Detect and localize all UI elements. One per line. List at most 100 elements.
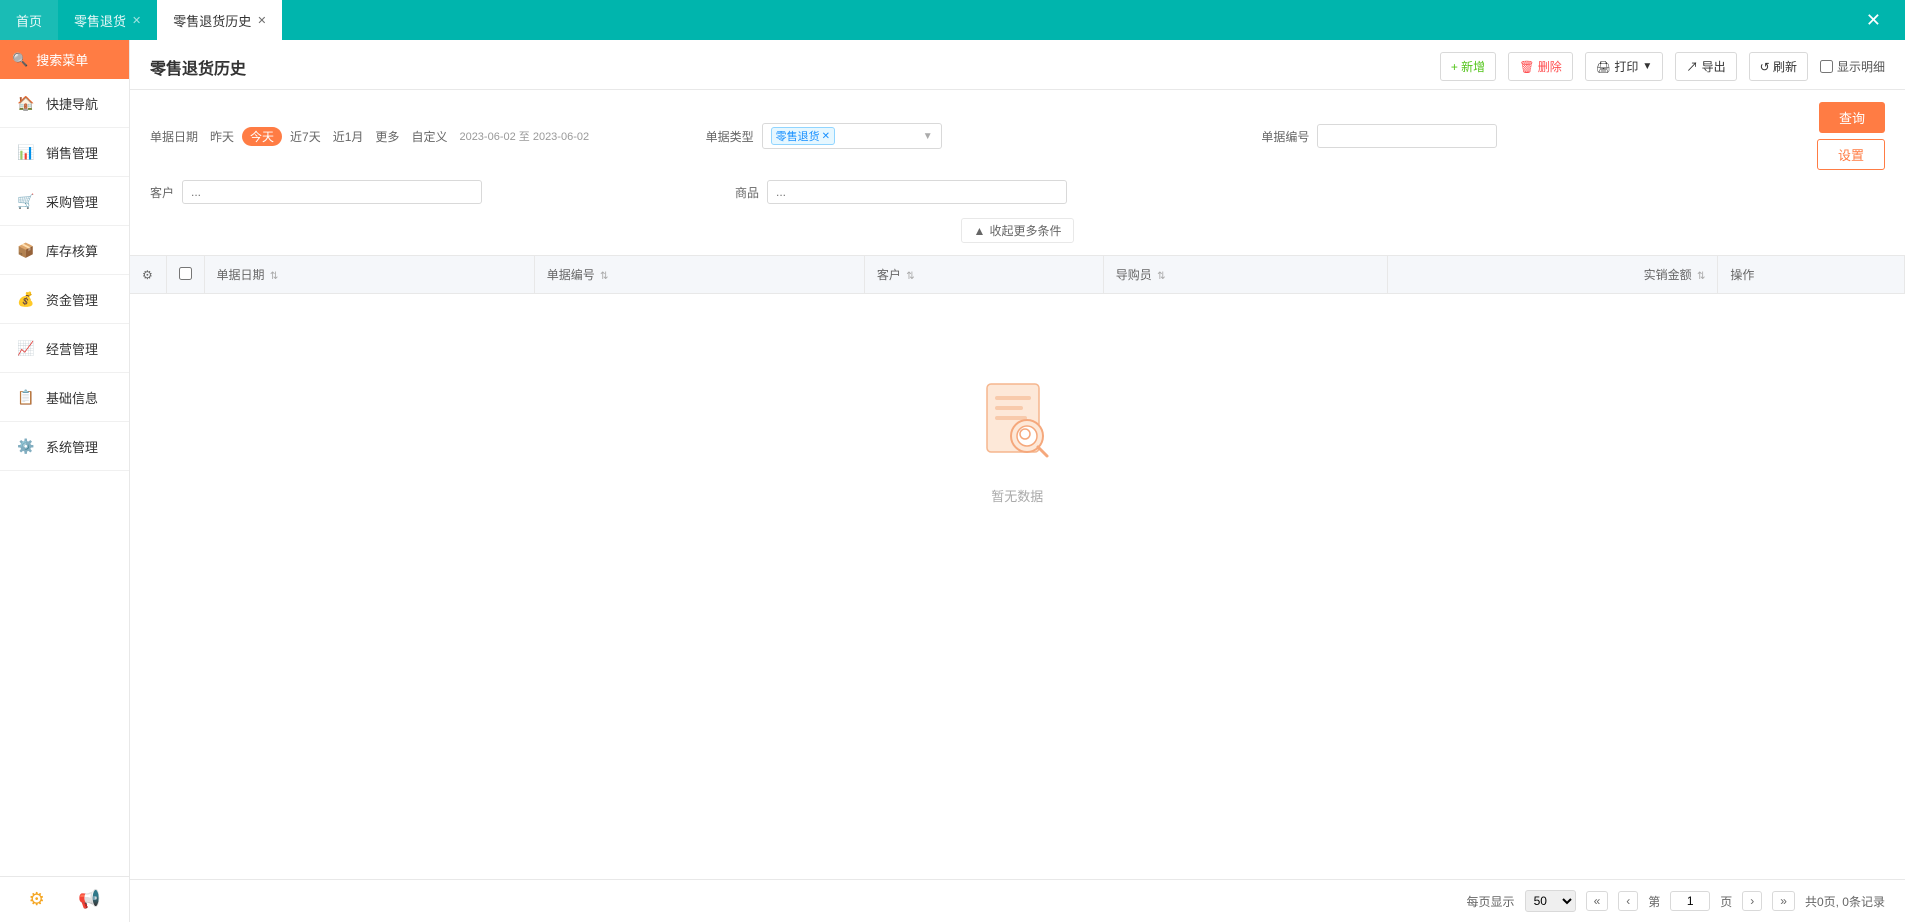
filter-row-1: 单据日期 昨天 今天 近7天 近1月 更多 自定义 2023-06-02 至 2… (150, 102, 1885, 170)
th-operation-label: 操作 (1730, 268, 1754, 282)
bill-type-tag-close[interactable]: ✕ (822, 131, 830, 142)
bill-type-select[interactable]: 零售退货 ✕ ▼ (762, 123, 942, 149)
customer-input[interactable] (182, 180, 482, 204)
date-shortcut-7days[interactable]: 近7天 (286, 127, 325, 146)
new-button[interactable]: + 新增 (1440, 52, 1496, 81)
amount-sort-icon: ⇅ (1697, 271, 1705, 282)
th-settings[interactable]: ⚙ (130, 256, 166, 294)
settings-gear-icon[interactable]: ⚙ (142, 268, 153, 282)
customer-label: 客户 (150, 184, 174, 201)
finance-mgmt-icon: 💰 (16, 289, 36, 309)
date-shortcut-yesterday[interactable]: 昨天 (206, 127, 238, 146)
sidebar-item-purchase-mgmt-label: 采购管理 (46, 192, 98, 211)
prev-page-button[interactable]: ‹ (1618, 891, 1638, 911)
tab-retail-return-label: 零售退货 (74, 11, 126, 30)
window-close-button[interactable]: ✕ (1858, 6, 1889, 35)
first-page-icon: « (1594, 894, 1601, 908)
bill-type-tag-retail-return: 零售退货 ✕ (771, 127, 835, 145)
empty-state-row: 暂无数据 (130, 294, 1905, 586)
print-button[interactable]: 🖨 打印 ▼ (1585, 52, 1663, 81)
print-button-label: 🖨 打印 (1596, 58, 1639, 75)
select-all-checkbox[interactable] (179, 267, 192, 280)
refresh-button[interactable]: ↺ 刷新 (1749, 52, 1808, 81)
main-layout: 🔍 搜索菜单 🏠 快捷导航 📊 销售管理 🛒 采购管理 📦 库存核算 💰 资金管… (0, 40, 1905, 922)
basic-info-icon: 📋 (16, 387, 36, 407)
filter-area: 单据日期 昨天 今天 近7天 近1月 更多 自定义 2023-06-02 至 2… (130, 90, 1905, 256)
bill-date-filter-group: 单据日期 昨天 今天 近7天 近1月 更多 自定义 2023-06-02 至 2… (150, 127, 686, 146)
date-shortcut-custom[interactable]: 自定义 (407, 127, 451, 146)
sidebar-item-basic-info[interactable]: 📋 基础信息 (0, 373, 129, 422)
th-amount[interactable]: 实销金额 ⇅ (1388, 256, 1718, 294)
goods-input[interactable] (767, 180, 1067, 204)
sidebar-item-purchase-mgmt[interactable]: 🛒 采购管理 (0, 177, 129, 226)
first-page-button[interactable]: « (1586, 891, 1609, 911)
next-page-icon: › (1750, 894, 1754, 908)
sidebar-item-sys-mgmt[interactable]: ⚙️ 系统管理 (0, 422, 129, 471)
page-title: 零售退货历史 (150, 55, 246, 79)
tab-home[interactable]: 首页 (0, 0, 58, 40)
page-label-pre: 第 (1648, 893, 1660, 910)
show-detail-text: 显示明细 (1837, 58, 1885, 75)
refresh-button-label: ↺ 刷新 (1760, 58, 1797, 75)
th-guide[interactable]: 导购员 ⇅ (1103, 256, 1388, 294)
customer-sort-icon: ⇅ (906, 271, 914, 282)
collapse-up-icon: ▲ (974, 224, 986, 238)
th-customer[interactable]: 客户 ⇅ (864, 256, 1103, 294)
purchase-mgmt-icon: 🛒 (16, 191, 36, 211)
tab-bar: 首页 零售退货 ✕ 零售退货历史 ✕ (0, 0, 1858, 40)
sidebar-item-ops-mgmt[interactable]: 📈 经营管理 (0, 324, 129, 373)
top-bar-right: ✕ (1858, 6, 1905, 35)
page-size-select[interactable]: 10 20 50 100 (1525, 890, 1576, 912)
setting-button-label: 设置 (1838, 148, 1864, 163)
date-shortcut-1month[interactable]: 近1月 (329, 127, 368, 146)
query-button-label: 查询 (1839, 111, 1865, 126)
tab-retail-return-history-close[interactable]: ✕ (257, 14, 266, 27)
sidebar-item-sales-mgmt[interactable]: 📊 销售管理 (0, 128, 129, 177)
th-bill-no-label: 单据编号 (547, 268, 595, 282)
new-button-label: + 新增 (1451, 58, 1485, 75)
sidebar-item-sales-mgmt-label: 销售管理 (46, 143, 98, 162)
next-page-button[interactable]: › (1742, 891, 1762, 911)
sidebar-search[interactable]: 🔍 搜索菜单 (0, 40, 129, 79)
th-bill-no[interactable]: 单据编号 ⇅ (534, 256, 864, 294)
page-header: 零售退货历史 + 新增 🗑 删除 🖨 打印 ▼ ↗ 导出 ↺ 刷新 (130, 40, 1905, 90)
bill-date-sort-icon: ⇅ (270, 271, 278, 282)
setting-button[interactable]: 设置 (1817, 139, 1885, 170)
tab-retail-return-history[interactable]: 零售退货历史 ✕ (157, 0, 282, 40)
export-button[interactable]: ↗ 导出 (1675, 52, 1736, 81)
settings-icon[interactable]: ⚙ (29, 889, 45, 910)
sidebar-item-inventory-calc[interactable]: 📦 库存核算 (0, 226, 129, 275)
filter-row-2: 客户 商品 (150, 180, 1885, 204)
sidebar-item-finance-mgmt-label: 资金管理 (46, 290, 98, 309)
tab-retail-return[interactable]: 零售退货 ✕ (58, 0, 157, 40)
show-detail-checkbox[interactable] (1820, 60, 1833, 73)
show-detail-label[interactable]: 显示明细 (1820, 58, 1885, 75)
query-button[interactable]: 查询 (1819, 102, 1885, 133)
speaker-icon[interactable]: 📢 (78, 889, 100, 910)
sys-mgmt-icon: ⚙️ (16, 436, 36, 456)
date-shortcut-today[interactable]: 今天 (242, 127, 282, 146)
sidebar-item-quick-nav[interactable]: 🏠 快捷导航 (0, 79, 129, 128)
page-number-input[interactable] (1670, 891, 1710, 911)
action-buttons: 查询 设置 (1817, 102, 1885, 170)
bill-type-dropdown-icon: ▼ (923, 131, 933, 142)
sidebar-bottom: ⚙ 📢 (0, 876, 129, 922)
tab-retail-return-close[interactable]: ✕ (132, 14, 141, 27)
collapse-button[interactable]: ▲ 收起更多条件 (961, 218, 1075, 243)
th-checkbox[interactable] (166, 256, 204, 294)
bill-no-input[interactable] (1317, 124, 1497, 148)
page-label-suf: 页 (1720, 893, 1732, 910)
th-guide-label: 导购员 (1116, 268, 1152, 282)
last-page-icon: » (1780, 894, 1787, 908)
data-table: ⚙ 单据日期 ⇅ 单据编号 ⇅ (130, 256, 1905, 585)
sidebar-item-finance-mgmt[interactable]: 💰 资金管理 (0, 275, 129, 324)
bill-date-label: 单据日期 (150, 128, 198, 145)
sidebar: 🔍 搜索菜单 🏠 快捷导航 📊 销售管理 🛒 采购管理 📦 库存核算 💰 资金管… (0, 40, 130, 922)
pagination-bar: 每页显示 10 20 50 100 « ‹ 第 页 › » 共0页, 0条记录 (130, 879, 1905, 922)
quick-nav-icon: 🏠 (16, 93, 36, 113)
date-shortcut-more[interactable]: 更多 (371, 127, 403, 146)
th-customer-label: 客户 (877, 268, 901, 282)
last-page-button[interactable]: » (1772, 891, 1795, 911)
delete-button[interactable]: 🗑 删除 (1508, 52, 1573, 81)
th-bill-date[interactable]: 单据日期 ⇅ (204, 256, 534, 294)
